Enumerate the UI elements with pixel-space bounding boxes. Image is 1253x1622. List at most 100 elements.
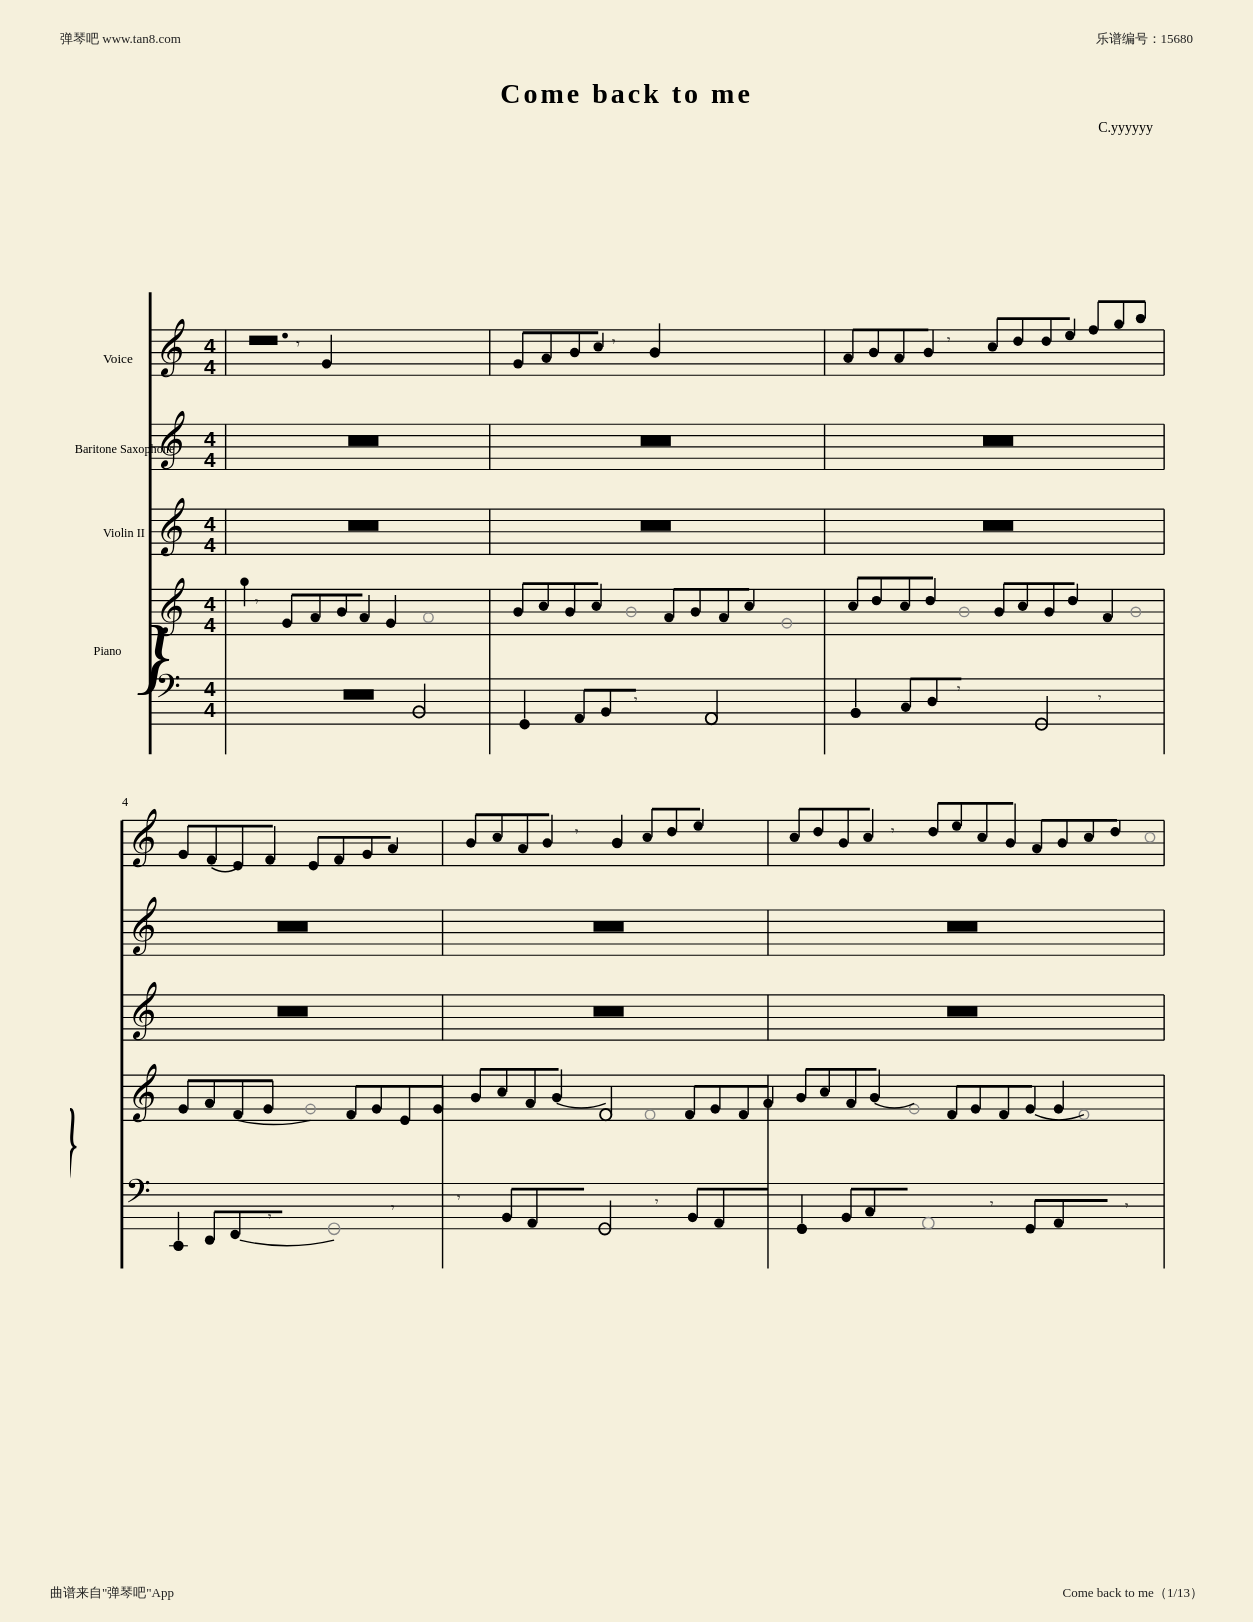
- svg-point-307: [263, 1104, 272, 1113]
- svg-point-118: [539, 602, 548, 611]
- svg-point-241: [813, 827, 822, 836]
- svg-rect-275: [278, 921, 308, 931]
- footer-right: Come back to me（1/13）: [1063, 1584, 1203, 1602]
- svg-text:𝄞: 𝄞: [153, 318, 185, 378]
- svg-point-325: [526, 1099, 535, 1108]
- svg-text:𝄞: 𝄞: [125, 896, 157, 956]
- svg-point-139: [872, 596, 881, 605]
- svg-point-331: [645, 1110, 654, 1119]
- svg-point-169: [413, 706, 424, 717]
- composer-section: C.yyyyyy: [40, 120, 1213, 136]
- svg-point-131: [719, 613, 728, 622]
- svg-point-30: [843, 354, 852, 363]
- svg-point-400: [865, 1207, 874, 1216]
- svg-text:𝄾: 𝄾: [1125, 1203, 1129, 1208]
- svg-point-224: [518, 844, 527, 853]
- svg-rect-67: [348, 436, 378, 446]
- svg-point-133: [744, 602, 753, 611]
- svg-text:𝄾: 𝄾: [1098, 695, 1102, 700]
- svg-point-310: [346, 1110, 355, 1119]
- svg-point-267: [1145, 833, 1154, 842]
- svg-point-342: [796, 1093, 805, 1102]
- svg-point-231: [643, 833, 652, 842]
- svg-text:𝄞: 𝄞: [153, 577, 185, 637]
- svg-point-49: [1089, 325, 1098, 334]
- svg-point-156: [1103, 613, 1112, 622]
- svg-point-219: [466, 838, 475, 847]
- svg-point-108: [337, 607, 346, 616]
- svg-point-123: [592, 602, 601, 611]
- svg-text:4: 4: [204, 677, 216, 700]
- svg-text:𝄞: 𝄞: [125, 981, 157, 1041]
- svg-point-236: [693, 821, 702, 830]
- svg-point-300: [178, 1104, 187, 1113]
- svg-point-374: [205, 1235, 214, 1244]
- svg-point-391: [688, 1213, 697, 1222]
- svg-point-183: [901, 702, 910, 711]
- svg-point-393: [714, 1218, 723, 1227]
- svg-point-116: [513, 607, 522, 616]
- svg-point-354: [971, 1104, 980, 1113]
- svg-point-312: [372, 1104, 381, 1113]
- svg-text:𝄞: 𝄞: [153, 497, 185, 557]
- header-logo: 弹琴吧 www.tan8.com: [60, 30, 181, 48]
- header: 弹琴吧 www.tan8.com 乐谱编号：15680: [40, 20, 1213, 58]
- svg-rect-83: [348, 520, 378, 530]
- svg-text:𝄞: 𝄞: [125, 1063, 157, 1123]
- svg-point-149: [1018, 602, 1027, 611]
- svg-point-54: [1136, 314, 1145, 323]
- svg-point-179: [706, 713, 717, 724]
- svg-point-244: [839, 838, 848, 847]
- svg-point-154: [1068, 596, 1077, 605]
- svg-point-17: [513, 359, 522, 368]
- svg-text:𝄢: 𝄢: [155, 669, 181, 713]
- svg-text:4: 4: [204, 592, 216, 615]
- svg-point-265: [1110, 827, 1119, 836]
- svg-text:𝄞: 𝄞: [153, 410, 185, 470]
- title-section: Come back to me: [40, 78, 1213, 110]
- svg-point-128: [691, 607, 700, 616]
- svg-text:4: 4: [204, 335, 216, 358]
- svg-text:𝄾: 𝄾: [255, 599, 259, 604]
- svg-text:Piano: Piano: [94, 644, 122, 658]
- svg-point-322: [497, 1087, 506, 1096]
- svg-point-305: [233, 1110, 242, 1119]
- svg-point-37: [924, 348, 933, 357]
- svg-point-260: [1058, 838, 1067, 847]
- svg-text:𝄢: 𝄢: [125, 1174, 151, 1218]
- svg-point-233: [667, 827, 676, 836]
- svg-point-152: [1044, 607, 1053, 616]
- svg-point-110: [360, 613, 369, 622]
- svg-point-24: [593, 342, 602, 351]
- svg-point-126: [664, 613, 673, 622]
- svg-point-211: [334, 855, 343, 864]
- svg-point-175: [601, 707, 610, 716]
- svg-point-229: [612, 838, 622, 848]
- svg-point-114: [424, 613, 433, 622]
- svg-point-385: [527, 1218, 536, 1227]
- svg-point-407: [1054, 1218, 1063, 1227]
- svg-point-22: [570, 348, 579, 357]
- svg-point-315: [400, 1116, 409, 1125]
- svg-point-147: [994, 607, 1003, 616]
- svg-point-40: [988, 342, 997, 351]
- svg-point-352: [947, 1110, 956, 1119]
- svg-point-103: [282, 619, 291, 628]
- music-notation: Voice 𝄞 4 4 𝄾: [70, 146, 1183, 1542]
- svg-point-47: [1065, 331, 1074, 340]
- svg-point-403: [923, 1217, 934, 1228]
- svg-point-263: [1084, 833, 1093, 842]
- svg-text:Violin II: Violin II: [103, 526, 145, 540]
- svg-text:𝄾: 𝄾: [457, 1195, 461, 1200]
- svg-text:4: 4: [204, 533, 216, 556]
- svg-rect-168: [344, 689, 374, 699]
- svg-point-372: [173, 1241, 183, 1251]
- svg-text:4: 4: [204, 427, 216, 450]
- svg-text:4: 4: [204, 448, 216, 471]
- svg-point-42: [1013, 337, 1022, 346]
- svg-point-226: [543, 838, 552, 847]
- svg-point-112: [386, 619, 395, 628]
- svg-point-121: [565, 607, 574, 616]
- svg-point-207: [265, 855, 274, 864]
- svg-point-12: [282, 333, 288, 339]
